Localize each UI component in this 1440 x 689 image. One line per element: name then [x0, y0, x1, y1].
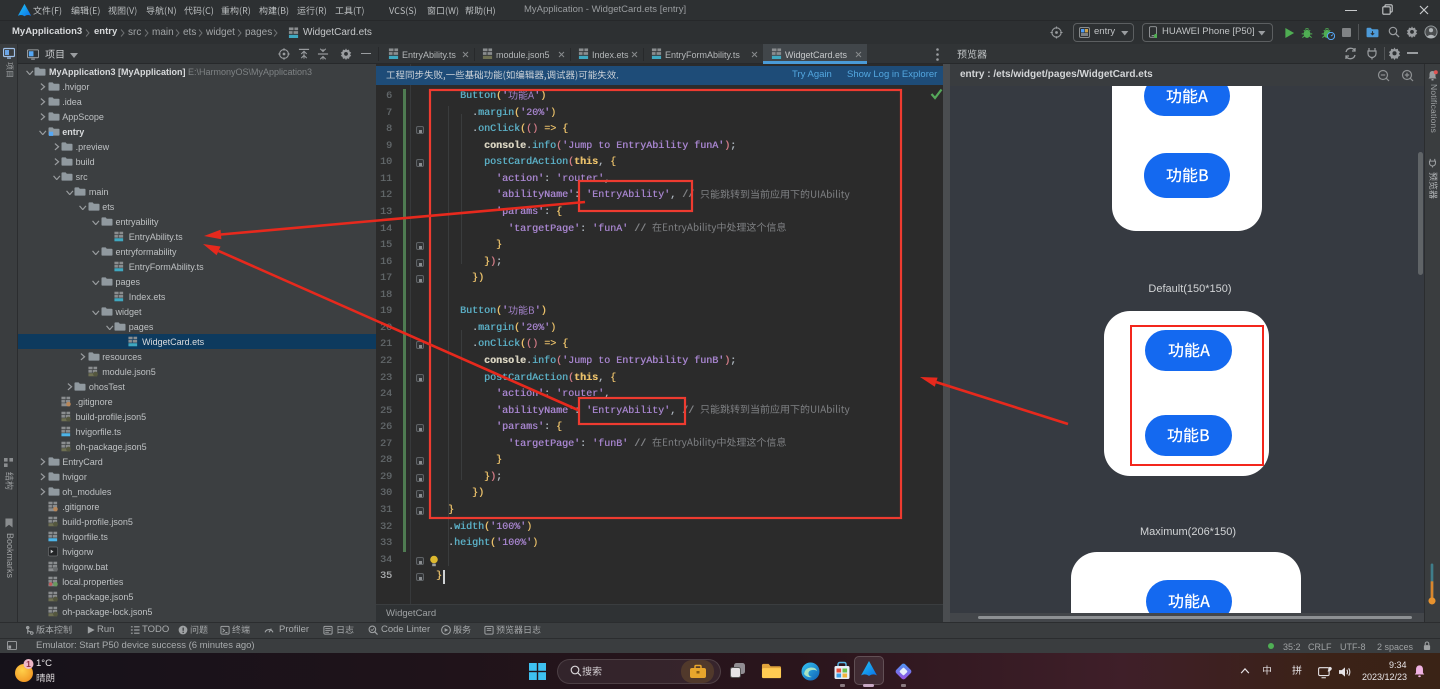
- svg-text:1: 1: [26, 659, 31, 669]
